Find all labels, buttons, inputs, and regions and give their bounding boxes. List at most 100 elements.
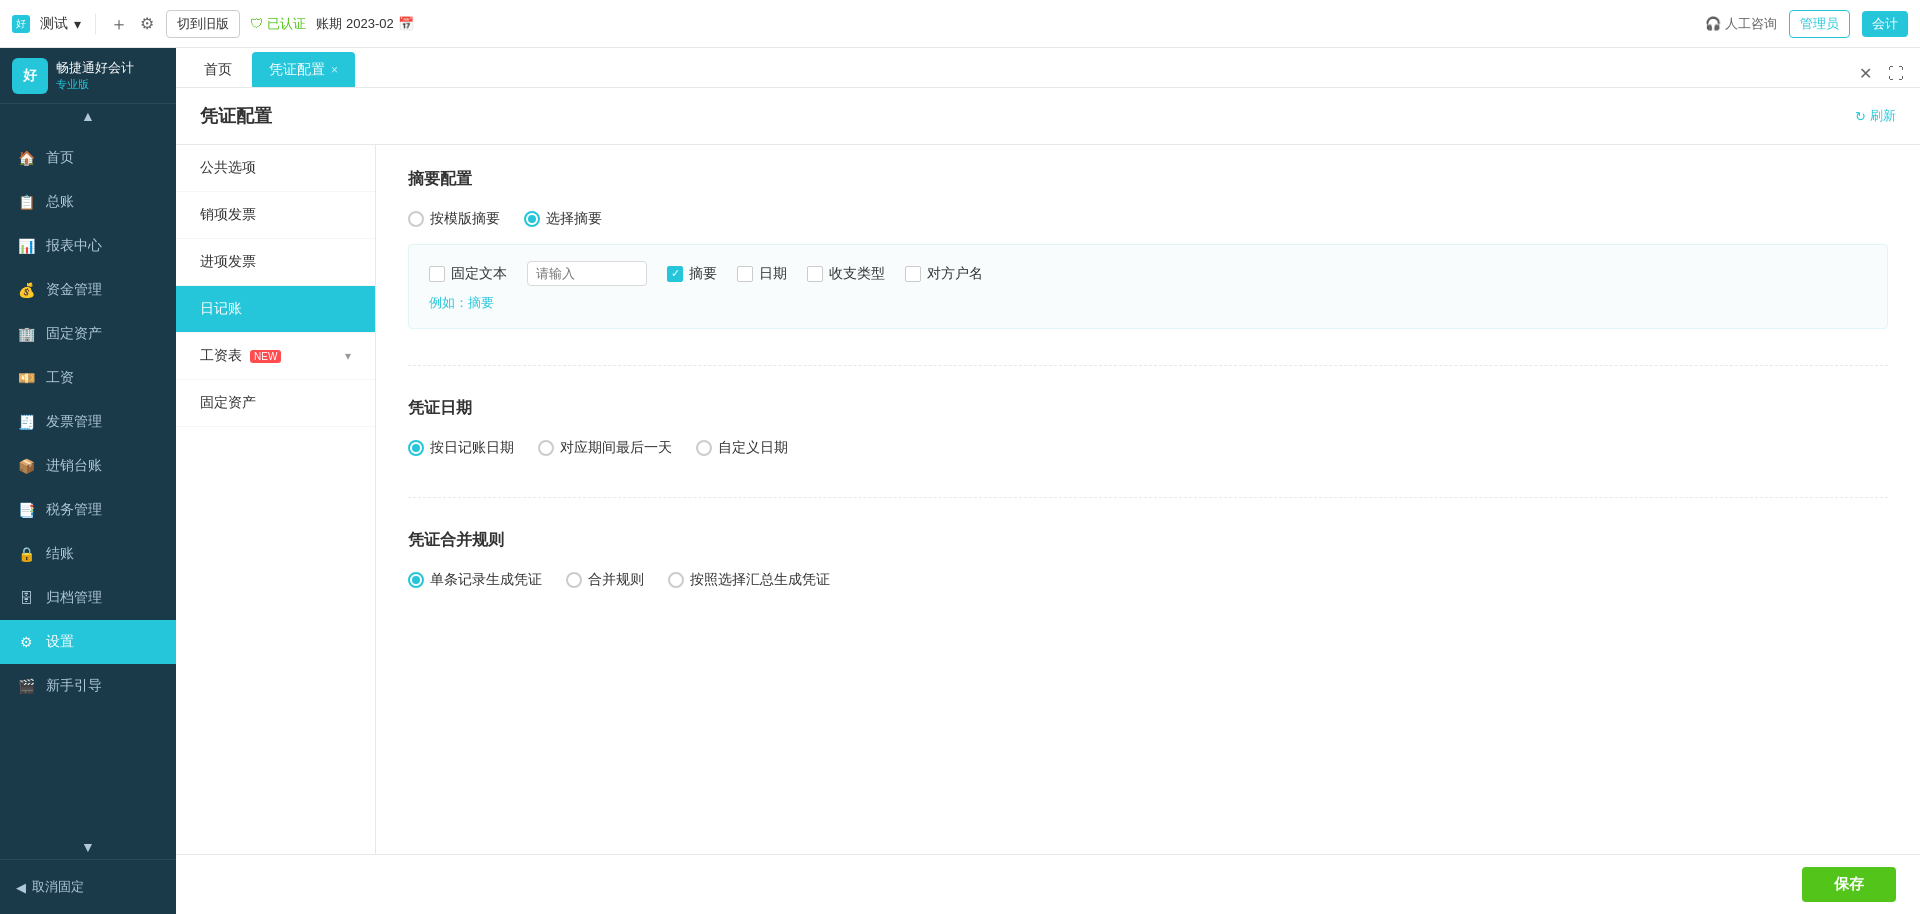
sidebar-item-ledger[interactable]: 📋 总账	[0, 180, 176, 224]
switch-old-version-button[interactable]: 切到旧版	[166, 10, 240, 38]
date-radio-group: 按日记账日期 对应期间最后一天 自定义日期	[408, 439, 1888, 457]
project-chevron-icon: ▾	[74, 16, 81, 32]
merge-section: 凭证合并规则 单条记录生成凭证 合并规则 按照选择汇总生成凭证	[408, 530, 1888, 629]
summary-section: 摘要配置 按模版摘要 选择摘要	[408, 169, 1888, 366]
home-icon: 🏠	[16, 148, 36, 168]
service-button[interactable]: 🎧 人工咨询	[1705, 15, 1777, 33]
sidebar-nav: 🏠 首页 📋 总账 📊 报表中心 💰 资金管理 🏢 固定资产 💴 工资	[0, 128, 176, 835]
radio-circle-template	[408, 211, 424, 227]
main-layout: 好 畅捷通好会计 专业版 ▲ 🏠 首页 📋 总账 📊 报表中心 💰	[0, 48, 1920, 914]
tab-home[interactable]: 首页	[188, 53, 248, 87]
capital-icon: 💰	[16, 280, 36, 300]
summary-section-title: 摘要配置	[408, 169, 1888, 190]
radio-summary-generate[interactable]: 按照选择汇总生成凭证	[668, 571, 830, 589]
topbar-divider-1	[95, 14, 96, 34]
checkbox-summary-box	[667, 266, 683, 282]
left-nav-item-purchase-invoice[interactable]: 进项发票	[176, 239, 375, 286]
save-button[interactable]: 保存	[1802, 867, 1896, 902]
period-info: 账期 2023-02 📅	[316, 15, 414, 33]
summary-checkbox-row: 固定文本 摘要 日期	[408, 244, 1888, 329]
sidebar-item-capital[interactable]: 💰 资金管理	[0, 268, 176, 312]
guide-icon: 🎬	[16, 676, 36, 696]
sidebar-item-label: 首页	[46, 149, 74, 167]
left-nav-item-sales-invoice[interactable]: 销项发票	[176, 192, 375, 239]
project-selector[interactable]: 测试 ▾	[40, 15, 81, 33]
role-button[interactable]: 会计	[1862, 11, 1908, 37]
sidebar-item-tax[interactable]: 📑 税务管理	[0, 488, 176, 532]
close-window-button[interactable]: ✕	[1855, 60, 1876, 87]
user-button[interactable]: 管理员	[1789, 10, 1850, 38]
checkbox-date[interactable]: 日期	[737, 265, 787, 283]
two-col-layout: 公共选项 销项发票 进项发票 日记账 工资表 NEW ▾	[176, 145, 1920, 854]
left-nav-item-public[interactable]: 公共选项	[176, 145, 375, 192]
sidebar-item-label: 归档管理	[46, 589, 102, 607]
sidebar-scroll-down[interactable]: ▼	[0, 835, 176, 859]
left-nav-item-payroll[interactable]: 工资表 NEW ▾	[176, 333, 375, 380]
checkbox-income-type-box	[807, 266, 823, 282]
add-icon[interactable]: ＋	[110, 15, 128, 33]
cancel-fixed-button[interactable]: ◀ 取消固定	[0, 868, 176, 906]
sidebar-item-report[interactable]: 📊 报表中心	[0, 224, 176, 268]
sidebar-item-archive[interactable]: 🗄 归档管理	[0, 576, 176, 620]
tab-bar: 首页 凭证配置 × ✕ ⛶	[176, 48, 1920, 88]
left-nav-item-fixed-assets[interactable]: 固定资产	[176, 380, 375, 427]
certified-badge: 🛡 已认证	[250, 15, 306, 33]
calendar-icon[interactable]: 📅	[398, 16, 414, 31]
archive-icon: 🗄	[16, 588, 36, 608]
radio-circle-merge	[566, 572, 582, 588]
refresh-icon: ↻	[1855, 109, 1866, 124]
sidebar-scroll-up[interactable]: ▲	[0, 104, 176, 128]
tab-close-button[interactable]: ×	[331, 63, 338, 77]
left-nav-item-journal[interactable]: 日记账	[176, 286, 375, 333]
sidebar-item-salary[interactable]: 💴 工资	[0, 356, 176, 400]
sidebar-item-label: 发票管理	[46, 413, 102, 431]
sidebar-item-inventory[interactable]: 📦 进销台账	[0, 444, 176, 488]
sidebar-item-label: 报表中心	[46, 237, 102, 255]
radio-select-summary[interactable]: 选择摘要	[524, 210, 602, 228]
sidebar-item-invoice[interactable]: 🧾 发票管理	[0, 400, 176, 444]
sidebar-logo: 好 畅捷通好会计 专业版	[0, 48, 176, 104]
sidebar-logo-icon: 好	[12, 58, 48, 94]
maximize-button[interactable]: ⛶	[1884, 61, 1908, 87]
radio-circle-select	[524, 211, 540, 227]
radio-merge-rules[interactable]: 合并规则	[566, 571, 644, 589]
headset-icon: 🎧	[1705, 16, 1721, 31]
checkbox-income-type[interactable]: 收支类型	[807, 265, 885, 283]
sidebar-item-label: 工资	[46, 369, 74, 387]
sidebar-item-label: 税务管理	[46, 501, 102, 519]
tab-voucher-config[interactable]: 凭证配置 ×	[252, 52, 355, 87]
sidebar-item-home[interactable]: 🏠 首页	[0, 136, 176, 180]
right-content: 摘要配置 按模版摘要 选择摘要	[376, 145, 1920, 854]
radio-custom-date[interactable]: 自定义日期	[696, 439, 788, 457]
active-tab-label: 凭证配置	[269, 61, 325, 79]
sidebar-item-label: 新手引导	[46, 677, 102, 695]
invoice-icon: 🧾	[16, 412, 36, 432]
sidebar-logo-text: 畅捷通好会计 专业版	[56, 59, 134, 92]
settings-icon[interactable]: ⚙	[138, 15, 156, 33]
summary-checkbox-items: 固定文本 摘要 日期	[429, 261, 1867, 286]
sidebar-item-guide[interactable]: 🎬 新手引导	[0, 664, 176, 708]
checkbox-summary[interactable]: 摘要	[667, 265, 717, 283]
topbar: 好 测试 ▾ ＋ ⚙ 切到旧版 🛡 已认证 账期 2023-02 📅 🎧 人工咨…	[0, 0, 1920, 48]
close-account-icon: 🔒	[16, 544, 36, 564]
sidebar-item-close[interactable]: 🔒 结账	[0, 532, 176, 576]
refresh-button[interactable]: ↻ 刷新	[1855, 107, 1896, 125]
radio-template-summary[interactable]: 按模版摘要	[408, 210, 500, 228]
sidebar-item-settings[interactable]: ⚙ 设置	[0, 620, 176, 664]
checkbox-counterpart[interactable]: 对方户名	[905, 265, 983, 283]
radio-last-day[interactable]: 对应期间最后一天	[538, 439, 672, 457]
date-section-title: 凭证日期	[408, 398, 1888, 419]
fixed-text-input[interactable]	[527, 261, 647, 286]
sidebar-item-assets[interactable]: 🏢 固定资产	[0, 312, 176, 356]
merge-section-title: 凭证合并规则	[408, 530, 1888, 551]
radio-single-record[interactable]: 单条记录生成凭证	[408, 571, 542, 589]
radio-circle-journal	[408, 440, 424, 456]
example-text: 例如：摘要	[429, 294, 1867, 312]
save-bar: 保存	[176, 854, 1920, 914]
checkbox-date-box	[737, 266, 753, 282]
radio-journal-date[interactable]: 按日记账日期	[408, 439, 514, 457]
content-area: 首页 凭证配置 × ✕ ⛶ 凭证配置 ↻ 刷新 公共选项	[176, 48, 1920, 914]
radio-circle-summary	[668, 572, 684, 588]
checkbox-fixed-text[interactable]: 固定文本	[429, 265, 507, 283]
tab-actions: ✕ ⛶	[1855, 60, 1908, 87]
